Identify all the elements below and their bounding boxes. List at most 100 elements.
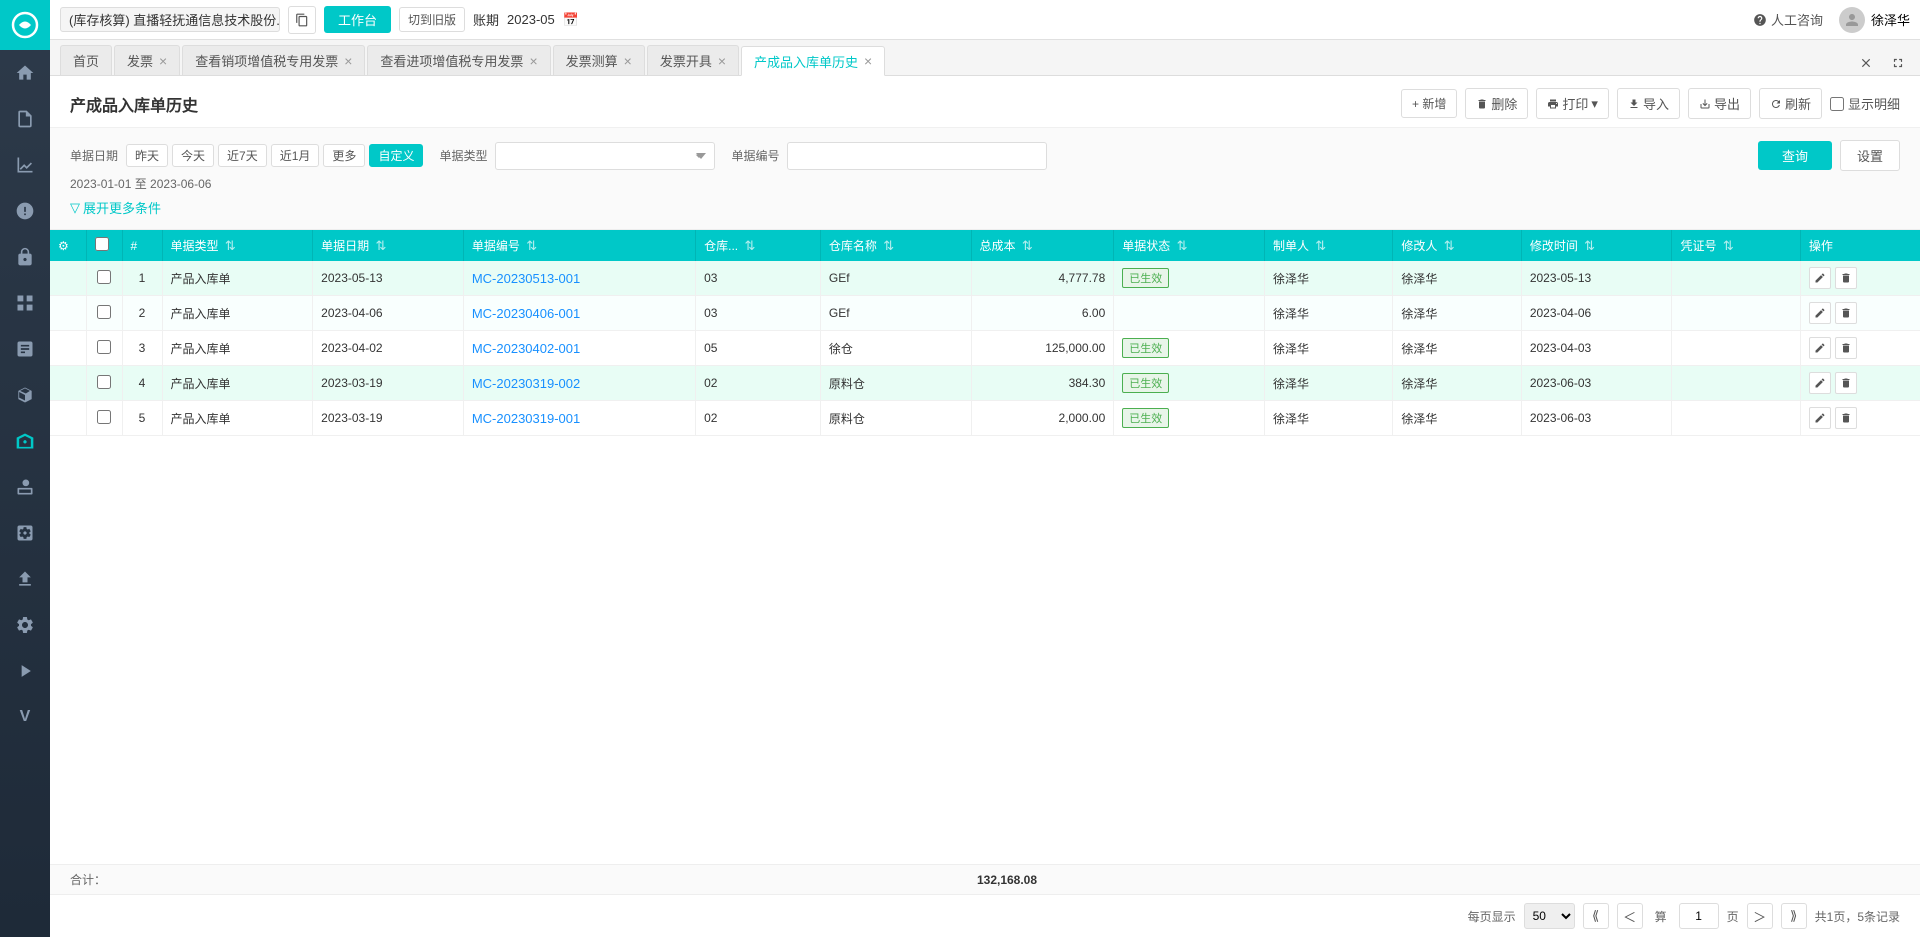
company-selector[interactable]: (库存核算) 直播轻抚通信息技术股份... ▾ [60,7,280,32]
sidebar-item-play[interactable] [0,648,50,694]
date-btn-custom[interactable]: 自定义 [369,144,423,167]
row-number-link[interactable]: MC-20230406-001 [472,306,580,321]
sidebar-item-home[interactable] [0,50,50,96]
tab-invoice-close[interactable]: × [159,54,167,68]
row-delete-btn[interactable] [1835,407,1857,429]
tab-close-all-btn[interactable] [1854,51,1878,75]
col-modify-time[interactable]: 修改时间 ⇅ [1521,230,1672,261]
copy-icon-btn[interactable] [288,6,316,34]
row-delete-btn[interactable] [1835,302,1857,324]
col-warehouse-code[interactable]: 仓库... ⇅ [696,230,821,261]
tab-invoice-open[interactable]: 发票开具 × [647,45,739,75]
col-warehouse-name[interactable]: 仓库名称 ⇅ [820,230,971,261]
row-check-cell[interactable] [86,366,122,401]
row-edit-btn[interactable] [1809,407,1831,429]
refresh-button[interactable]: 刷新 [1759,88,1822,119]
user-menu[interactable]: 徐泽华 [1839,7,1910,33]
tab-check-sales-close[interactable]: × [344,54,352,68]
row-edit-btn[interactable] [1809,302,1831,324]
date-btn-yesterday[interactable]: 昨天 [126,144,168,167]
col-creator[interactable]: 制单人 ⇅ [1264,230,1392,261]
row-checkbox[interactable] [97,410,111,424]
date-btn-7days[interactable]: 近7天 [218,144,267,167]
first-page-btn[interactable]: ⟪ [1583,903,1609,929]
import-button[interactable]: 导入 [1617,88,1680,119]
sidebar-item-settings2[interactable] [0,510,50,556]
sidebar-item-stamp[interactable] [0,464,50,510]
sidebar-item-report[interactable] [0,326,50,372]
page-size-select[interactable]: 50 20 100 200 [1524,903,1575,929]
col-total-cost[interactable]: 总成本 ⇅ [971,230,1114,261]
date-btn-today[interactable]: 今天 [172,144,214,167]
sidebar-item-warehouse[interactable] [0,418,50,464]
sidebar-item-chart[interactable] [0,142,50,188]
tab-product-history[interactable]: 产成品入库单历史 × [741,46,885,76]
sidebar-item-lock[interactable] [0,234,50,280]
row-delete-btn[interactable] [1835,267,1857,289]
page-input[interactable] [1679,903,1719,929]
row-checkbox[interactable] [97,375,111,389]
tab-maximize-btn[interactable] [1886,51,1910,75]
type-select[interactable] [495,142,715,170]
tab-check-purchase-close[interactable]: × [529,54,537,68]
prev-page-btn[interactable]: ＜ [1617,903,1643,929]
tab-product-history-close[interactable]: × [864,54,872,68]
row-number-link[interactable]: MC-20230319-002 [472,376,580,391]
sidebar-item-gear[interactable] [0,602,50,648]
row-check-cell[interactable] [86,261,122,296]
delete-button[interactable]: 删除 [1465,88,1528,119]
tab-home[interactable]: 首页 [60,45,112,75]
tab-invoice-open-close[interactable]: × [718,54,726,68]
tab-invoice-calc[interactable]: 发票测算 × [553,45,645,75]
row-number-link[interactable]: MC-20230513-001 [472,271,580,286]
row-checkbox[interactable] [97,305,111,319]
app-logo[interactable] [0,0,50,50]
calendar-icon[interactable]: 📅 [563,12,579,28]
export-button[interactable]: 导出 [1688,88,1751,119]
last-page-btn[interactable]: ⟫ [1781,903,1807,929]
workbench-button[interactable]: 工作台 [324,6,391,33]
sidebar-item-grid[interactable] [0,280,50,326]
row-number-link[interactable]: MC-20230319-001 [472,411,580,426]
sidebar-item-document[interactable] [0,96,50,142]
row-check-cell[interactable] [86,401,122,436]
col-modifier[interactable]: 修改人 ⇅ [1393,230,1521,261]
next-page-btn[interactable]: ＞ [1747,903,1773,929]
add-button[interactable]: + 新增 [1401,89,1457,118]
col-date[interactable]: 单据日期 ⇅ [313,230,464,261]
display-toggle[interactable]: 显示明细 [1830,94,1900,113]
display-toggle-checkbox[interactable] [1830,97,1844,111]
row-delete-btn[interactable] [1835,372,1857,394]
col-voucher[interactable]: 凭证号 ⇅ [1672,230,1800,261]
row-delete-btn[interactable] [1835,337,1857,359]
date-btn-1month[interactable]: 近1月 [271,144,320,167]
number-input[interactable] [787,142,1047,170]
tab-invoice-calc-close[interactable]: × [624,54,632,68]
switch-old-button[interactable]: 切到旧版 [399,7,465,32]
row-number-link[interactable]: MC-20230402-001 [472,341,580,356]
reset-button[interactable]: 设置 [1840,140,1900,171]
row-edit-btn[interactable] [1809,372,1831,394]
expand-button[interactable]: ▽ 展开更多条件 [70,198,161,217]
sidebar-item-box[interactable] [0,372,50,418]
row-checkbox[interactable] [97,270,111,284]
select-all-checkbox[interactable] [95,237,109,251]
col-type[interactable]: 单据类型 ⇅ [162,230,313,261]
tab-check-purchase[interactable]: 查看进项增值税专用发票 × [367,45,550,75]
query-button[interactable]: 查询 [1758,141,1832,170]
col-settings[interactable]: ⚙ [50,230,86,261]
col-status[interactable]: 单据状态 ⇅ [1114,230,1265,261]
row-check-cell[interactable] [86,296,122,331]
tab-invoice[interactable]: 发票 × [114,45,180,75]
sidebar-item-v[interactable]: V [0,694,50,740]
row-edit-btn[interactable] [1809,267,1831,289]
row-checkbox[interactable] [97,340,111,354]
col-number[interactable]: 单据编号 ⇅ [463,230,695,261]
row-edit-btn[interactable] [1809,337,1831,359]
service-button[interactable]: 人工咨询 [1753,10,1823,29]
tab-check-sales[interactable]: 查看销项增值税专用发票 × [182,45,365,75]
print-button[interactable]: 打印 ▾ [1536,88,1609,119]
sidebar-item-upload[interactable] [0,556,50,602]
sidebar-item-money[interactable] [0,188,50,234]
date-btn-more[interactable]: 更多 [323,144,365,167]
